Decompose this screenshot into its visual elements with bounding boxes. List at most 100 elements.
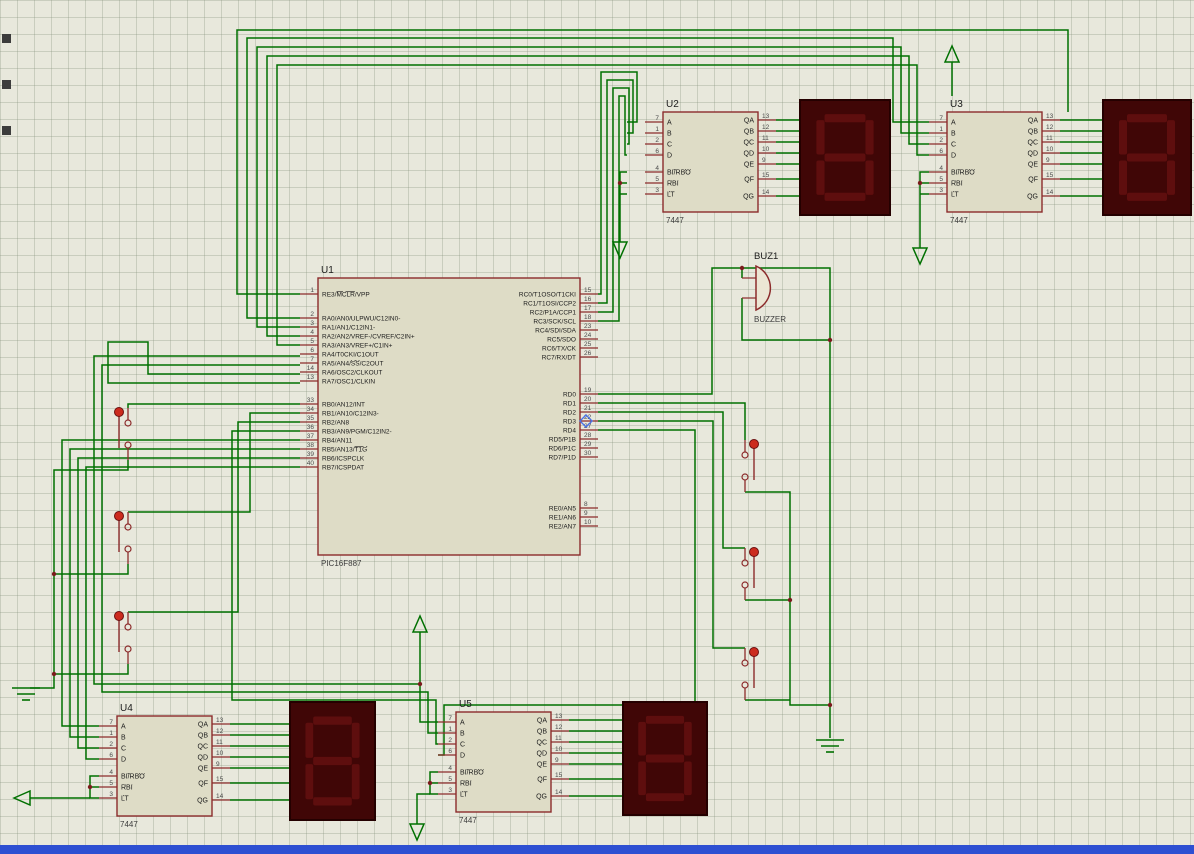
buzzer[interactable]: BUZ1BUZZER xyxy=(742,251,786,324)
pin-label: C xyxy=(667,141,672,148)
power-terminal-up[interactable] xyxy=(413,616,427,632)
wire[interactable] xyxy=(598,80,633,303)
wire[interactable] xyxy=(237,30,1068,294)
seven-segment-display-4[interactable] xyxy=(623,702,707,815)
pin-number: 2 xyxy=(109,741,113,748)
pin-label: RC2/P1A/CCP1 xyxy=(530,309,577,316)
push-button-5[interactable] xyxy=(742,548,759,601)
button-cap[interactable] xyxy=(115,408,124,417)
push-button-3[interactable] xyxy=(115,612,132,665)
chip-U1[interactable]: U1PIC16F8871RE3/MCLR/VPP2RA0/AN0/ULPWU/C… xyxy=(300,265,598,568)
pin-number: 12 xyxy=(1046,124,1054,131)
pin-label: QB xyxy=(1028,128,1038,135)
schematic-canvas[interactable]: U1PIC16F8871RE3/MCLR/VPP2RA0/AN0/ULPWU/C… xyxy=(0,0,1194,854)
wire[interactable] xyxy=(54,664,128,674)
seven-segment-display-1[interactable] xyxy=(800,100,890,215)
pin-number: 11 xyxy=(1046,135,1053,142)
pin-number: 14 xyxy=(762,189,770,196)
display-segment xyxy=(646,716,684,724)
pin-number: 4 xyxy=(939,165,943,172)
pin-number: 13 xyxy=(216,717,224,724)
seven-segment-display-3[interactable] xyxy=(290,702,375,820)
power-terminal-down[interactable] xyxy=(410,824,424,840)
push-button-1[interactable] xyxy=(115,408,132,461)
wire[interactable] xyxy=(108,342,300,383)
pin-number: 39 xyxy=(307,451,315,458)
wire[interactable] xyxy=(70,449,300,737)
pin-label: RB4/AN11 xyxy=(322,437,353,444)
pin-label: LT xyxy=(667,191,675,198)
seven-segment-display-2[interactable] xyxy=(1103,100,1191,215)
pin-number: 1 xyxy=(939,126,943,133)
pin-number: 3 xyxy=(655,187,659,194)
pin-number: 15 xyxy=(216,776,224,783)
pin-label: C xyxy=(121,745,126,752)
push-button-2[interactable] xyxy=(115,512,132,565)
pin-label: A xyxy=(121,723,126,730)
pin-number: 3 xyxy=(939,187,943,194)
button-cap[interactable] xyxy=(115,612,124,621)
wire[interactable] xyxy=(417,794,430,824)
ground-symbol[interactable] xyxy=(816,740,844,752)
pin-number: 18 xyxy=(584,314,592,321)
pin-label: RBI xyxy=(951,180,963,187)
ground-symbol[interactable] xyxy=(12,688,40,700)
wire[interactable] xyxy=(128,422,300,612)
chip-U4[interactable]: U474477A1B2C6D4BI/RBO5RBI3LT13QA12QB11QC… xyxy=(99,703,230,829)
button-cap[interactable] xyxy=(750,648,759,657)
button-contact xyxy=(742,560,748,566)
display-segment xyxy=(1127,114,1167,122)
chip-U2[interactable]: U274477A1B2C6D4BI/RBO5RBI3LT13QA12QB11QC… xyxy=(645,99,776,225)
pin-number: 1 xyxy=(655,126,659,133)
power-terminal-left[interactable] xyxy=(14,791,30,805)
pin-label: RD2 xyxy=(563,409,576,416)
pin-label: RA6/OSC2/CLKOUT xyxy=(322,369,382,376)
wire[interactable] xyxy=(62,440,300,726)
pin-label: B xyxy=(951,130,956,137)
pin-label: RE0/AN5 xyxy=(549,505,576,512)
pin-label: QC xyxy=(1028,139,1039,146)
pin-number: 7 xyxy=(448,715,452,722)
chip-U5[interactable]: U574477A1B2C6D4BI/RBO5RBI3LT13QA12QB11QC… xyxy=(438,699,569,825)
wire[interactable] xyxy=(54,564,128,574)
wire[interactable] xyxy=(598,412,745,548)
pin-label: RD3 xyxy=(563,418,576,425)
chip-ref: U5 xyxy=(459,699,472,710)
pin-number: 6 xyxy=(109,752,113,759)
pin-number: 25 xyxy=(584,341,592,348)
wire[interactable] xyxy=(598,268,830,738)
power-terminal-up[interactable] xyxy=(945,46,959,62)
button-cap[interactable] xyxy=(750,548,759,557)
push-button-4[interactable] xyxy=(742,440,759,493)
pin-number: 14 xyxy=(307,365,315,372)
push-button-6[interactable] xyxy=(742,648,759,701)
display-segment xyxy=(1127,153,1167,161)
pin-number: 14 xyxy=(1046,189,1054,196)
wire[interactable] xyxy=(128,413,300,512)
pin-label: QA xyxy=(537,717,547,724)
display-segment xyxy=(816,161,824,195)
wire-junction xyxy=(52,672,56,676)
schematic-svg[interactable]: U1PIC16F8871RE3/MCLR/VPP2RA0/AN0/ULPWU/C… xyxy=(0,0,1194,854)
pin-label: RE3/MCLR/VPP xyxy=(322,291,370,298)
chip-ref: U3 xyxy=(950,99,963,110)
wire[interactable] xyxy=(78,458,300,748)
pin-label: RC6/TX/CK xyxy=(542,345,577,352)
pin-number: 13 xyxy=(762,113,770,120)
pin-number: 13 xyxy=(555,713,563,720)
wire[interactable] xyxy=(745,492,830,705)
chip-U3[interactable]: U374477A1B2C6D4BI/RBO5RBI3LT13QA12QB11QC… xyxy=(929,99,1060,225)
pin-number: 3 xyxy=(448,787,452,794)
pin-label: RD5/P1B xyxy=(549,436,576,443)
button-cap[interactable] xyxy=(115,512,124,521)
power-terminal-down[interactable] xyxy=(913,248,927,264)
wire[interactable] xyxy=(128,404,300,408)
pin-number: 15 xyxy=(1046,172,1054,179)
display-segment xyxy=(1119,161,1127,195)
buzzer-body[interactable] xyxy=(756,266,770,310)
button-cap[interactable] xyxy=(750,440,759,449)
pin-label: QG xyxy=(197,797,208,804)
display-segment xyxy=(825,193,866,201)
wire[interactable] xyxy=(598,72,637,294)
power-terminal-down[interactable] xyxy=(613,242,627,258)
